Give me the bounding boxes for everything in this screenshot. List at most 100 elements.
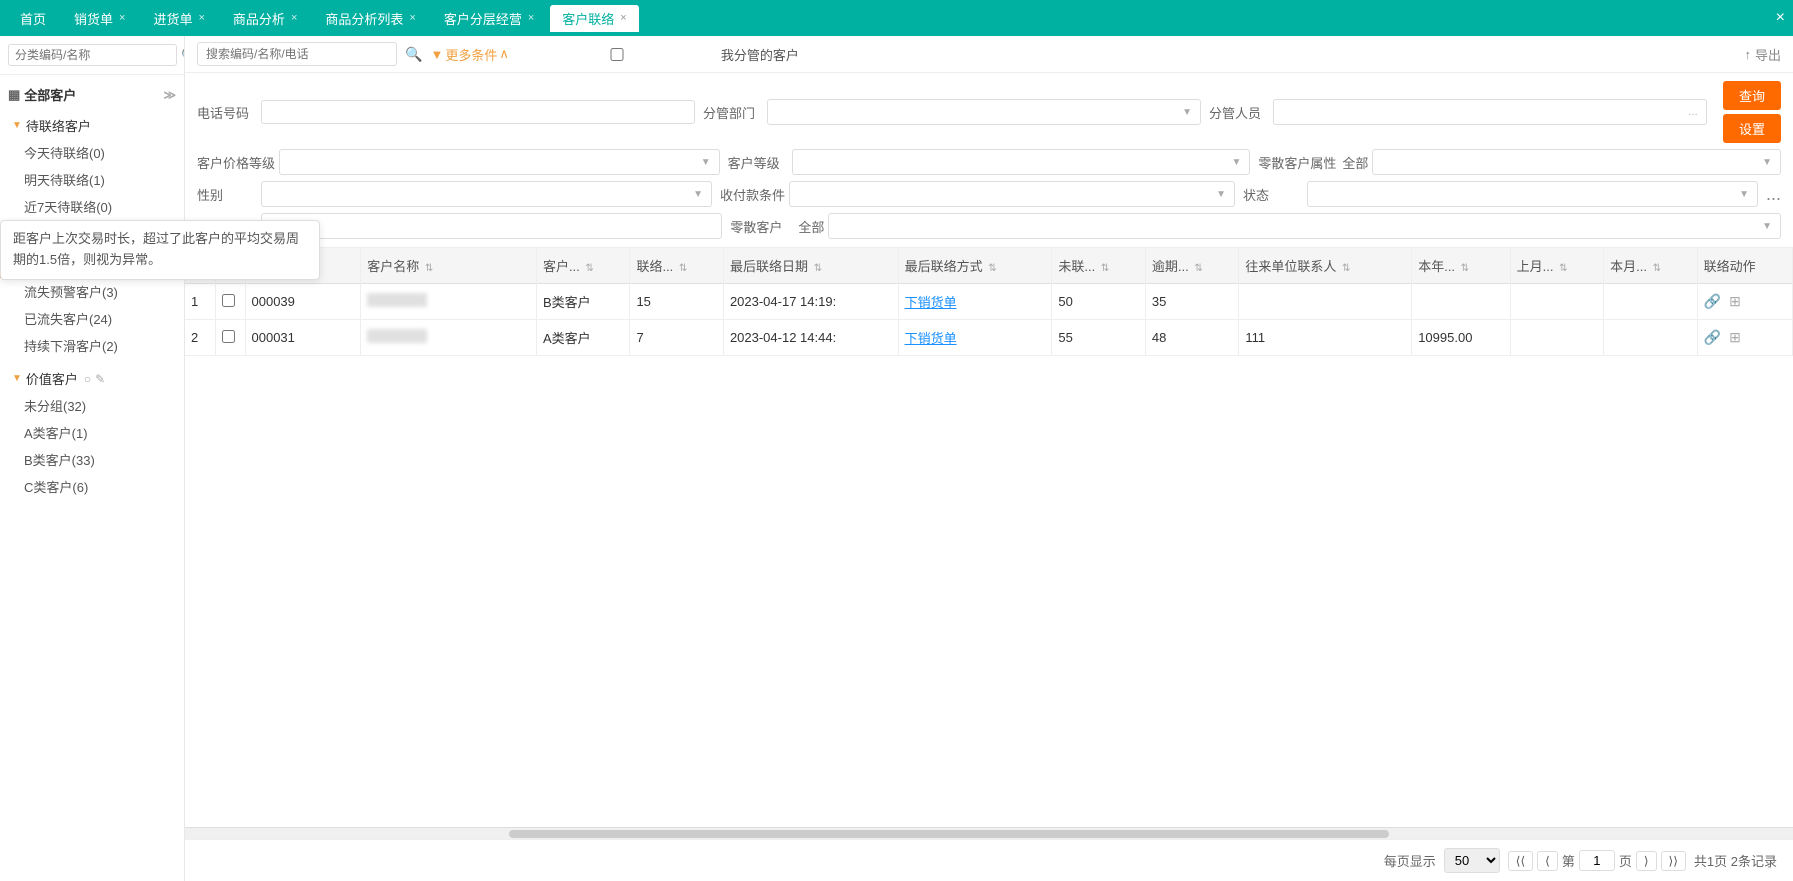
link-icon-2[interactable]: 🔗: [1704, 329, 1721, 346]
tab-sales[interactable]: 销货单 ×: [62, 5, 137, 32]
col-grade[interactable]: 客户... ⇅: [536, 248, 630, 284]
search-button-icon[interactable]: 🔍: [405, 46, 422, 63]
tab-purchase[interactable]: 进货单 ×: [141, 5, 216, 32]
sidebar-item-7days[interactable]: 近7天待联络(0): [0, 193, 184, 220]
close-analysis-tab[interactable]: ×: [291, 12, 297, 24]
cell-uncontacted-1: 50: [1052, 284, 1146, 320]
close-customer-tier-tab[interactable]: ×: [528, 12, 534, 24]
sidebar-item-churned[interactable]: 已流失客户(24): [0, 305, 184, 332]
last-method-link-1[interactable]: 下销货单: [905, 295, 957, 310]
sort-icon-overdue[interactable]: ⇅: [1194, 263, 1202, 274]
col-this-year[interactable]: 本年... ⇅: [1412, 248, 1510, 284]
col-uncontacted[interactable]: 未联... ⇅: [1052, 248, 1146, 284]
sidebar-search-input[interactable]: [8, 44, 177, 66]
sort-icon-grade[interactable]: ⇅: [585, 263, 593, 274]
next-page-btn[interactable]: ⟩: [1636, 851, 1657, 871]
gender-select[interactable]: ▼: [261, 181, 712, 207]
close-all-tabs[interactable]: ×: [1776, 9, 1785, 27]
settings-button[interactable]: 设置: [1723, 114, 1781, 143]
table-header-row: ⚙ 客户编码 ⇅ 客户名称 ⇅: [185, 248, 1793, 284]
sort-icon-last-month[interactable]: ⇅: [1559, 263, 1567, 274]
sort-icon-name[interactable]: ⇅: [425, 263, 433, 274]
sidebar-item-class-b[interactable]: B类客户(33): [0, 446, 184, 473]
close-analysis-list-tab[interactable]: ×: [409, 12, 415, 24]
manager-select[interactable]: …: [1273, 99, 1707, 125]
price-grade-select[interactable]: ▼: [279, 149, 720, 175]
sort-icon-last-method[interactable]: ⇅: [988, 263, 996, 274]
grid-icon-2[interactable]: ⊞: [1729, 329, 1741, 346]
filter-more-button[interactable]: ...: [1766, 185, 1781, 203]
sort-icon-this-year[interactable]: ⇅: [1461, 263, 1469, 274]
collapse-icon[interactable]: ≫: [163, 88, 176, 102]
retail-attr-select[interactable]: ▼: [1372, 149, 1781, 175]
phone-input[interactable]: [261, 100, 695, 124]
col-this-month[interactable]: 本月... ⇅: [1604, 248, 1698, 284]
close-customer-contact-tab[interactable]: ×: [620, 12, 626, 24]
grid-icon-1[interactable]: ⊞: [1729, 293, 1741, 310]
department-select[interactable]: ▼: [767, 99, 1201, 125]
customer-grade-select[interactable]: ▼: [792, 149, 1251, 175]
link-icon-1[interactable]: 🔗: [1704, 293, 1721, 310]
query-button[interactable]: 查询: [1723, 81, 1781, 110]
chevron-icon: ∧: [499, 46, 509, 62]
row-checkbox-2[interactable]: [222, 330, 235, 343]
status-select[interactable]: ▼: [1307, 181, 1758, 207]
customer-type-select[interactable]: [261, 213, 722, 239]
sort-icon-last-date[interactable]: ⇅: [814, 263, 822, 274]
sidebar-value-header[interactable]: ▼ 价值客户 ○ ✎: [0, 365, 184, 392]
tab-home[interactable]: 首页: [8, 5, 58, 32]
sort-icon-contacts[interactable]: ⇅: [679, 263, 687, 274]
horizontal-scrollbar[interactable]: [185, 827, 1793, 839]
payment-select[interactable]: ▼: [789, 181, 1235, 207]
row-checkbox-1[interactable]: [222, 294, 235, 307]
filter-gender: 性别 ▼: [197, 181, 712, 207]
arrow-icon-value: ▼: [12, 373, 22, 384]
first-page-btn[interactable]: ⟨⟨: [1508, 851, 1533, 871]
tooltip: 距客户上次交易时长，超过了此客户的平均交易周期的1.5倍，则视为异常。: [0, 220, 185, 280]
sort-icon-contact-person[interactable]: ⇅: [1342, 263, 1350, 274]
close-purchase-tab[interactable]: ×: [198, 12, 204, 24]
my-customer-checkbox[interactable]: [517, 48, 717, 61]
sidebar-item-ungroup[interactable]: 未分组(32): [0, 392, 184, 419]
col-last-month[interactable]: 上月... ⇅: [1510, 248, 1604, 284]
close-sales-tab[interactable]: ×: [119, 12, 125, 24]
prev-page-btn[interactable]: ⟨: [1537, 851, 1558, 871]
page-input[interactable]: [1579, 850, 1615, 871]
tab-customer-tier[interactable]: 客户分层经营 ×: [432, 5, 546, 32]
col-contact-person[interactable]: 往来单位联系人 ⇅: [1239, 248, 1412, 284]
sidebar-item-churn-warning[interactable]: 流失预警客户(3): [0, 278, 184, 305]
scrollbar-thumb[interactable]: [509, 830, 1389, 838]
search-input[interactable]: [197, 42, 397, 66]
last-method-link-2[interactable]: 下销货单: [905, 331, 957, 346]
last-page-btn[interactable]: ⟩⟩: [1661, 851, 1686, 871]
export-button[interactable]: ↑ 导出: [1744, 45, 1781, 64]
edit-icon[interactable]: ✎: [95, 372, 105, 386]
per-page-select[interactable]: 50 100 200: [1444, 848, 1500, 873]
search-bar: 🔍 ▼ 更多条件 ∧ 我分管的客户 ↑ 导出: [185, 36, 1793, 73]
table-area: ⚙ 客户编码 ⇅ 客户名称 ⇅: [185, 248, 1793, 827]
tab-customer-contact[interactable]: 客户联络 ×: [550, 5, 638, 32]
sidebar-item-tomorrow[interactable]: 明天待联络(1): [0, 166, 184, 193]
more-conditions-btn[interactable]: ▼ 更多条件 ∧: [430, 45, 508, 64]
col-contacts[interactable]: 联络... ⇅: [630, 248, 724, 284]
sidebar-item-today[interactable]: 今天待联络(0): [0, 139, 184, 166]
sidebar-item-class-a[interactable]: A类客户(1): [0, 419, 184, 446]
sidebar-all-customers[interactable]: ▦ 全部客户 ≫: [0, 79, 184, 110]
cell-last-method-1: 下销货单: [898, 284, 1052, 320]
col-name[interactable]: 客户名称 ⇅: [361, 248, 537, 284]
col-last-method[interactable]: 最后联络方式 ⇅: [898, 248, 1052, 284]
cell-contact-person-2: 111: [1239, 320, 1412, 356]
sort-icon-uncontacted[interactable]: ⇅: [1101, 263, 1109, 274]
filter-row-2: 客户价格等级 ▼ 客户等级 ▼ 零散客户属性 全部: [197, 149, 1781, 175]
sort-icon-this-month[interactable]: ⇅: [1653, 263, 1661, 274]
col-overdue[interactable]: 逾期... ⇅: [1145, 248, 1239, 284]
circle-icon[interactable]: ○: [84, 372, 91, 386]
tab-analysis[interactable]: 商品分析 ×: [221, 5, 309, 32]
tab-analysis-list[interactable]: 商品分析列表 ×: [313, 5, 427, 32]
col-last-date[interactable]: 最后联络日期 ⇅: [723, 248, 898, 284]
sidebar-item-class-c[interactable]: C类客户(6): [0, 473, 184, 500]
sidebar-pending-title[interactable]: ▼ 待联络客户: [0, 112, 184, 139]
sidebar: 🔍 ▦ 全部客户 ≫ ▼ 待联络客户 今天待联络(0) 明天待联络(1) 近7天…: [0, 36, 185, 881]
sidebar-item-declining[interactable]: 持续下滑客户(2): [0, 332, 184, 359]
retail-customer-select[interactable]: ▼: [828, 213, 1781, 239]
